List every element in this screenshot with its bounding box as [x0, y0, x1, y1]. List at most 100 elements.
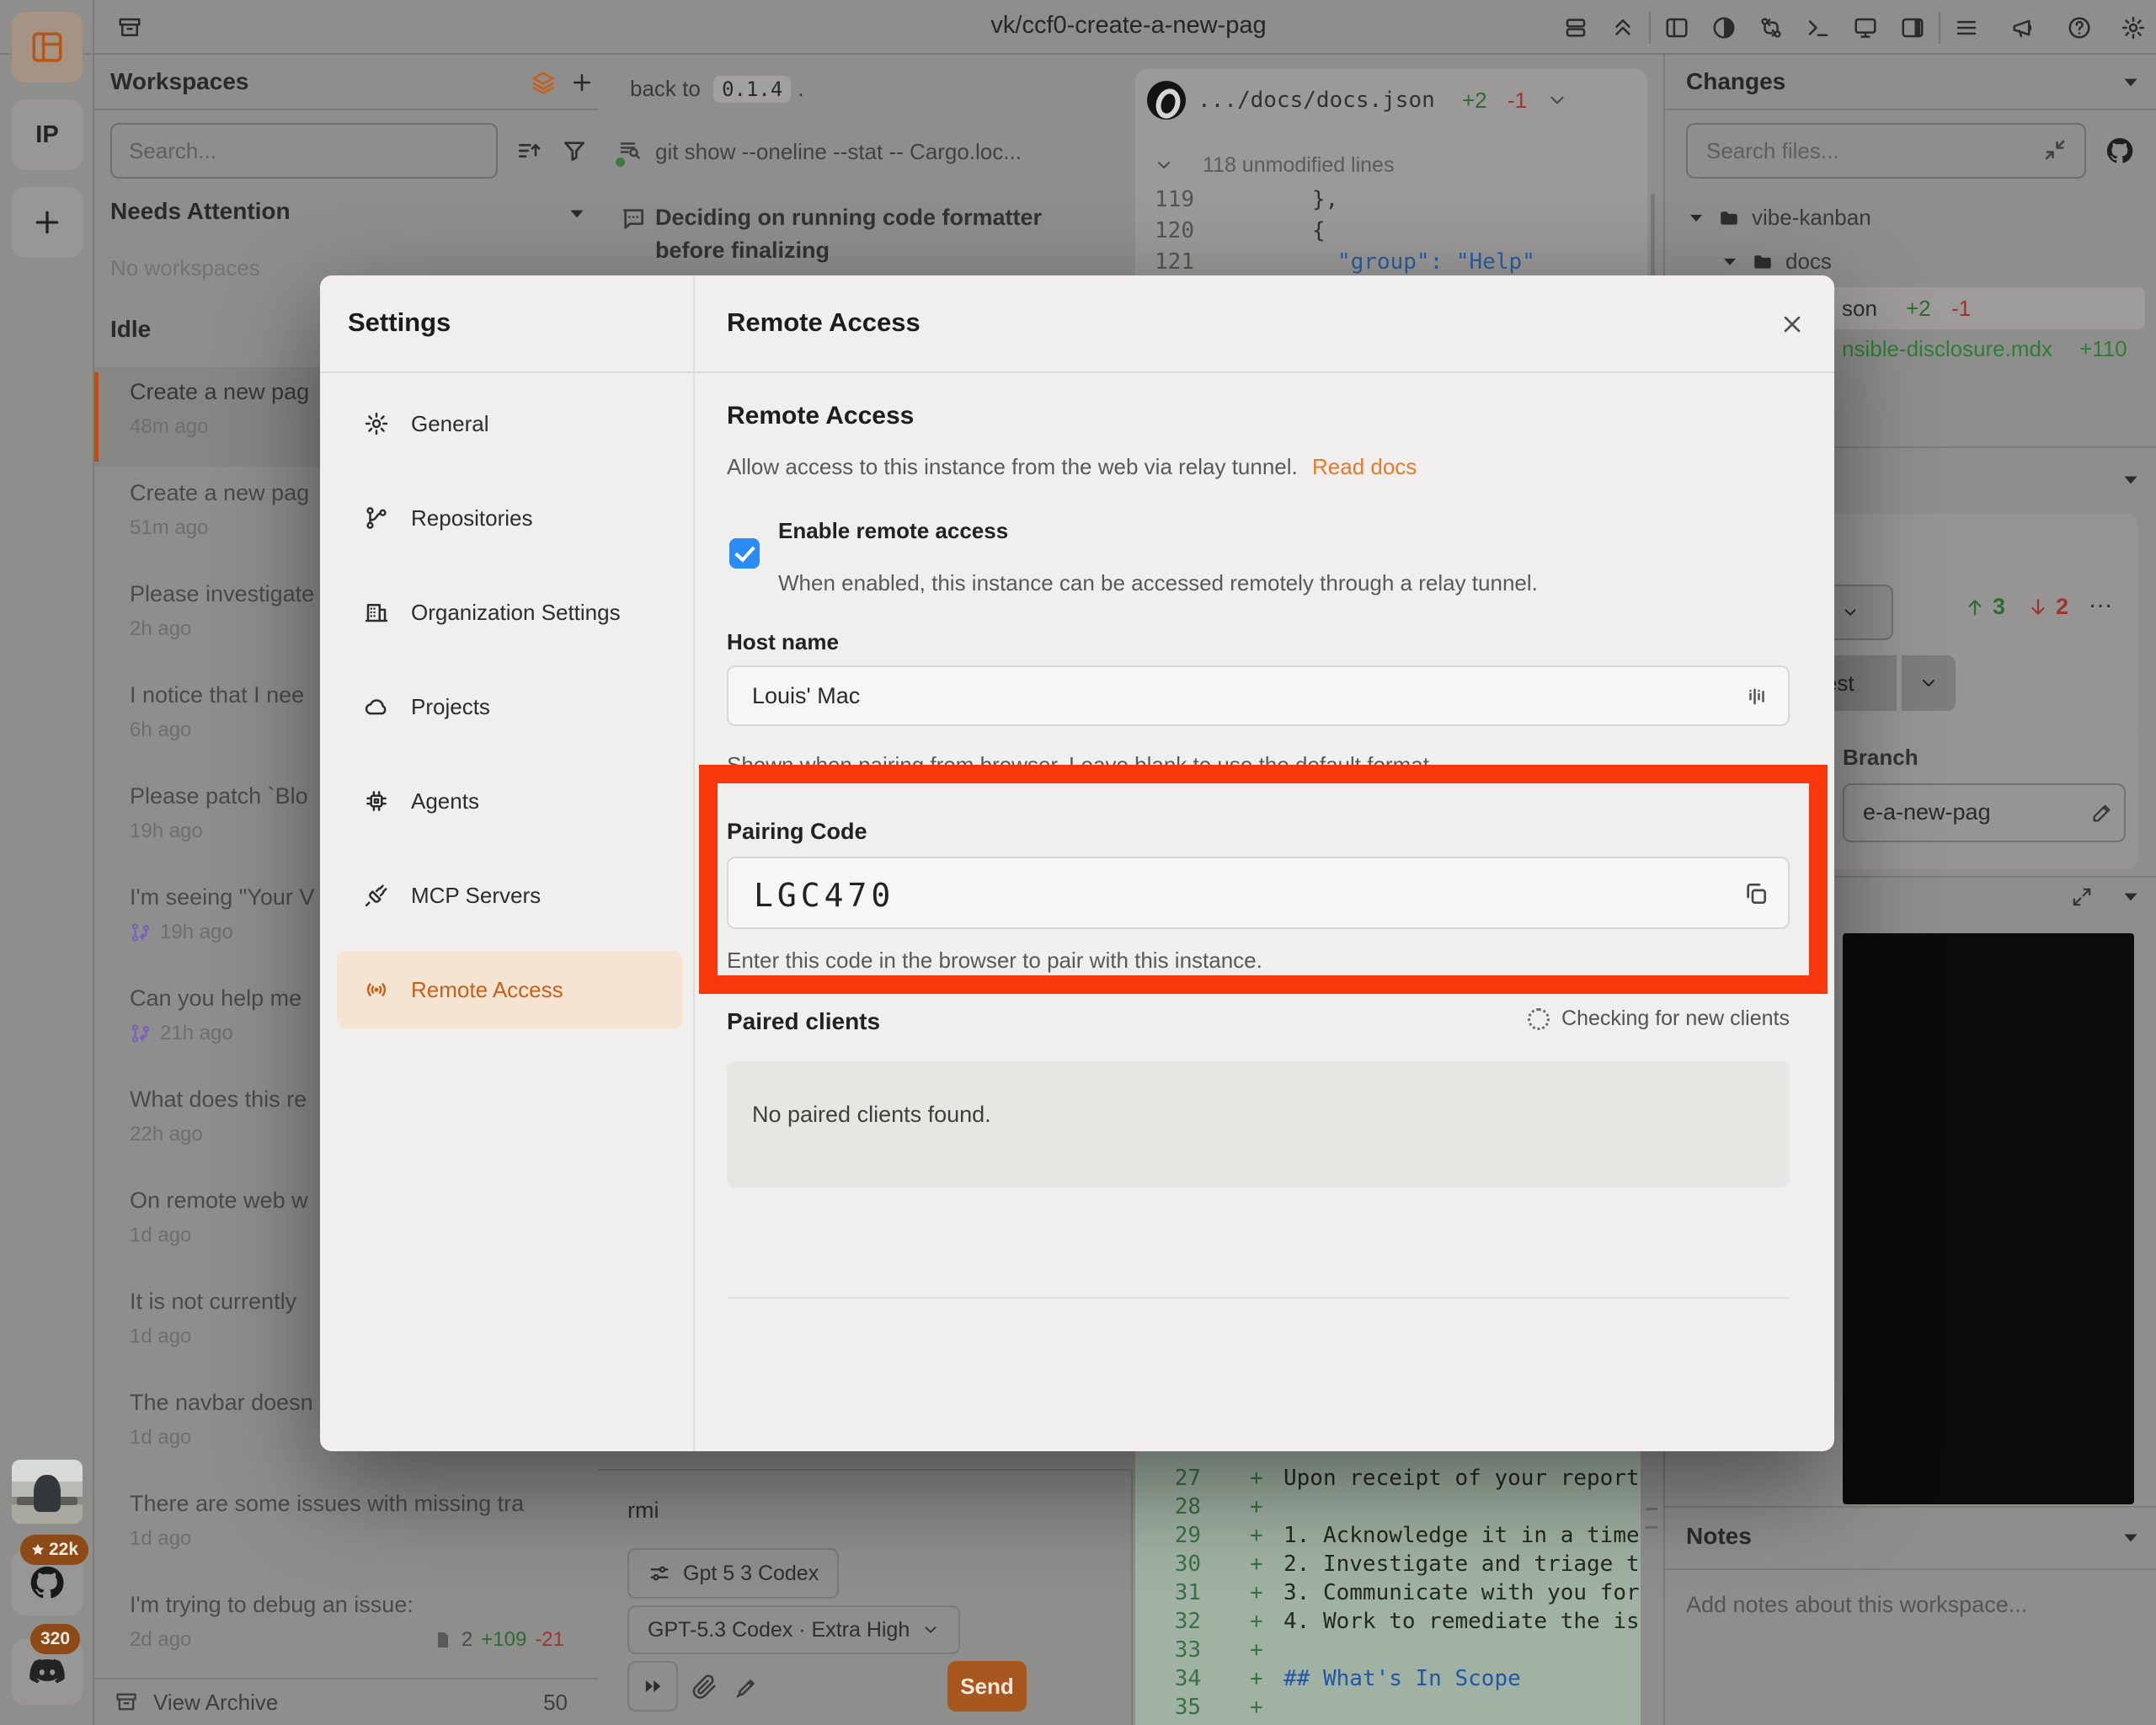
settings-nav-mcp-servers[interactable]: MCP Servers	[337, 857, 683, 934]
monitor-icon[interactable]	[1853, 15, 1878, 40]
toolbar-divider	[1939, 12, 1940, 44]
changes-header[interactable]: Changes	[1665, 55, 2156, 110]
settings-gear-icon[interactable]	[2121, 15, 2146, 40]
chevron-down-icon	[1686, 208, 1706, 228]
divider	[598, 1469, 1129, 1471]
divider	[1665, 1506, 2156, 1508]
theme-contrast-icon[interactable]	[1711, 15, 1737, 40]
divider	[1131, 1469, 1133, 1725]
chevron-down-icon[interactable]	[1546, 89, 1568, 111]
workspace-view-button[interactable]	[12, 12, 83, 83]
chevron-down-icon[interactable]	[2120, 469, 2142, 491]
help-icon[interactable]	[2067, 15, 2092, 40]
host-name-input[interactable]	[752, 667, 1721, 724]
needs-attention-header[interactable]: Needs Attention	[110, 198, 291, 225]
chevron-down-icon	[1841, 603, 1860, 622]
modal-header: Settings Remote Access	[320, 275, 1834, 373]
close-icon[interactable]	[1779, 311, 1806, 338]
expand-icon[interactable]	[2071, 886, 2093, 908]
commits-behind: 2	[2027, 594, 2068, 620]
chevron-down-icon[interactable]	[2120, 1527, 2142, 1549]
terminal-icon[interactable]	[1806, 15, 1831, 40]
add-workspace-icon[interactable]	[569, 70, 595, 95]
diff-added-block: 27+Upon receipt of your report, we 28+ 2…	[1135, 1451, 1641, 1725]
attach-icon[interactable]	[692, 1674, 718, 1700]
scrollbar-thumb[interactable]	[1651, 194, 1655, 286]
sort-icon[interactable]	[515, 137, 542, 164]
settings-nav-remote-access[interactable]: Remote Access	[337, 951, 683, 1028]
rows-layout-icon[interactable]	[1563, 15, 1588, 40]
view-archive-row[interactable]: View Archive 50	[94, 1680, 598, 1725]
preview-screen[interactable]	[1843, 933, 2134, 1504]
archive-icon[interactable]	[117, 15, 142, 40]
pr-dropdown-button[interactable]	[1902, 655, 1956, 711]
chat-input-text[interactable]: rmi	[627, 1498, 659, 1524]
git-compare-icon[interactable]	[1758, 15, 1784, 40]
copy-icon[interactable]	[1742, 880, 1769, 907]
highlighter-icon[interactable]	[734, 1674, 760, 1700]
more-actions-button[interactable]: …	[2088, 585, 2116, 614]
collapse-all-icon[interactable]	[1610, 15, 1636, 40]
file-search-input[interactable]	[1686, 123, 2086, 179]
branch-field[interactable]: e-a-new-pag	[1843, 783, 2126, 842]
enable-remote-access-checkbox[interactable]	[729, 538, 760, 569]
arrow-down-icon	[2027, 596, 2049, 618]
layers-icon[interactable]	[531, 70, 556, 95]
diff-added-line: 29+1. Acknowledge it in a timely m	[1135, 1523, 1641, 1551]
settings-nav-repositories[interactable]: Repositories	[337, 479, 683, 557]
chevron-down-icon[interactable]	[566, 203, 588, 225]
chevron-down-icon[interactable]	[2120, 886, 2142, 908]
announcements-icon[interactable]	[2011, 15, 2036, 40]
workspace-item[interactable]: There are some issues with missing tra1d…	[94, 1479, 598, 1578]
send-button[interactable]: Send	[947, 1661, 1027, 1712]
profile-button[interactable]: IP	[12, 99, 83, 170]
idle-header[interactable]: Idle	[110, 316, 151, 343]
paired-clients-title: Paired clients	[727, 1008, 880, 1035]
text-format-icon[interactable]	[1744, 684, 1769, 709]
collapse-icon[interactable]	[2042, 137, 2068, 163]
tree-row-vibe-kanban[interactable]: vibe-kanban	[1686, 205, 1871, 231]
tree-row-mdx-file[interactable]: nsible-disclosure.mdx +110	[1842, 336, 2127, 362]
menu-icon[interactable]	[1954, 15, 1979, 40]
settings-nav-general[interactable]: General	[337, 385, 683, 462]
enable-help: When enabled, this instance can be acces…	[778, 570, 1538, 596]
chevron-down-icon[interactable]	[1154, 155, 1174, 175]
top-bar: vk/ccf0-create-a-new-pag	[0, 0, 2156, 55]
panel-left-icon[interactable]	[1664, 15, 1689, 40]
add-workspace-rail-button[interactable]	[12, 187, 83, 258]
chevron-down-icon	[921, 1621, 940, 1639]
panel-title: Remote Access	[727, 307, 921, 338]
file-icon	[433, 1630, 453, 1650]
panel-right-icon[interactable]	[1900, 15, 1925, 40]
filter-icon[interactable]	[561, 137, 588, 164]
settings-nav-agents[interactable]: Agents	[337, 762, 683, 840]
unmodified-lines-text[interactable]: 118 unmodified lines	[1203, 153, 1394, 178]
diff-added-line: 34+## What's In Scope	[1135, 1666, 1641, 1695]
diff-line: 120{	[1147, 218, 1326, 243]
settings-nav-organization[interactable]: Organization Settings	[337, 574, 683, 651]
tool-call-row[interactable]	[617, 137, 643, 163]
diff-added-line: 32+4. Work to remediate the issue	[1135, 1609, 1641, 1637]
notes-placeholder[interactable]: Add notes about this workspace...	[1686, 1592, 2027, 1618]
workspaces-title: Workspaces	[110, 68, 248, 95]
avatar[interactable]	[12, 1460, 83, 1524]
github-stars-badge: 22k	[20, 1535, 88, 1565]
status-message: Deciding on running code formatter befor…	[655, 201, 1085, 267]
read-docs-link[interactable]: Read docs	[1312, 454, 1417, 479]
settings-nav-projects[interactable]: Projects	[337, 668, 683, 745]
chevron-down-icon	[2120, 72, 2142, 93]
chevron-down-icon	[1919, 673, 1939, 693]
github-icon[interactable]	[2105, 136, 2135, 166]
pairing-code-field[interactable]: LGC470	[727, 857, 1790, 929]
notes-title[interactable]: Notes	[1686, 1523, 1752, 1550]
fast-forward-button[interactable]	[627, 1661, 678, 1712]
edit-pencil-icon[interactable]	[2090, 801, 2114, 825]
workspace-search-input[interactable]	[110, 123, 498, 179]
tree-row-docs[interactable]: docs	[1720, 248, 1832, 275]
workspace-item[interactable]: I'm trying to debug an issue: 2d ago 2 +…	[94, 1580, 598, 1680]
agent-chip[interactable]: Gpt 5 3 Codex	[627, 1548, 839, 1599]
model-chip[interactable]: GPT-5.3 Codex · Extra High	[627, 1605, 960, 1654]
host-name-field[interactable]	[727, 665, 1790, 726]
profile-initials: IP	[35, 121, 58, 149]
diff-deletions: -1	[1508, 88, 1527, 114]
